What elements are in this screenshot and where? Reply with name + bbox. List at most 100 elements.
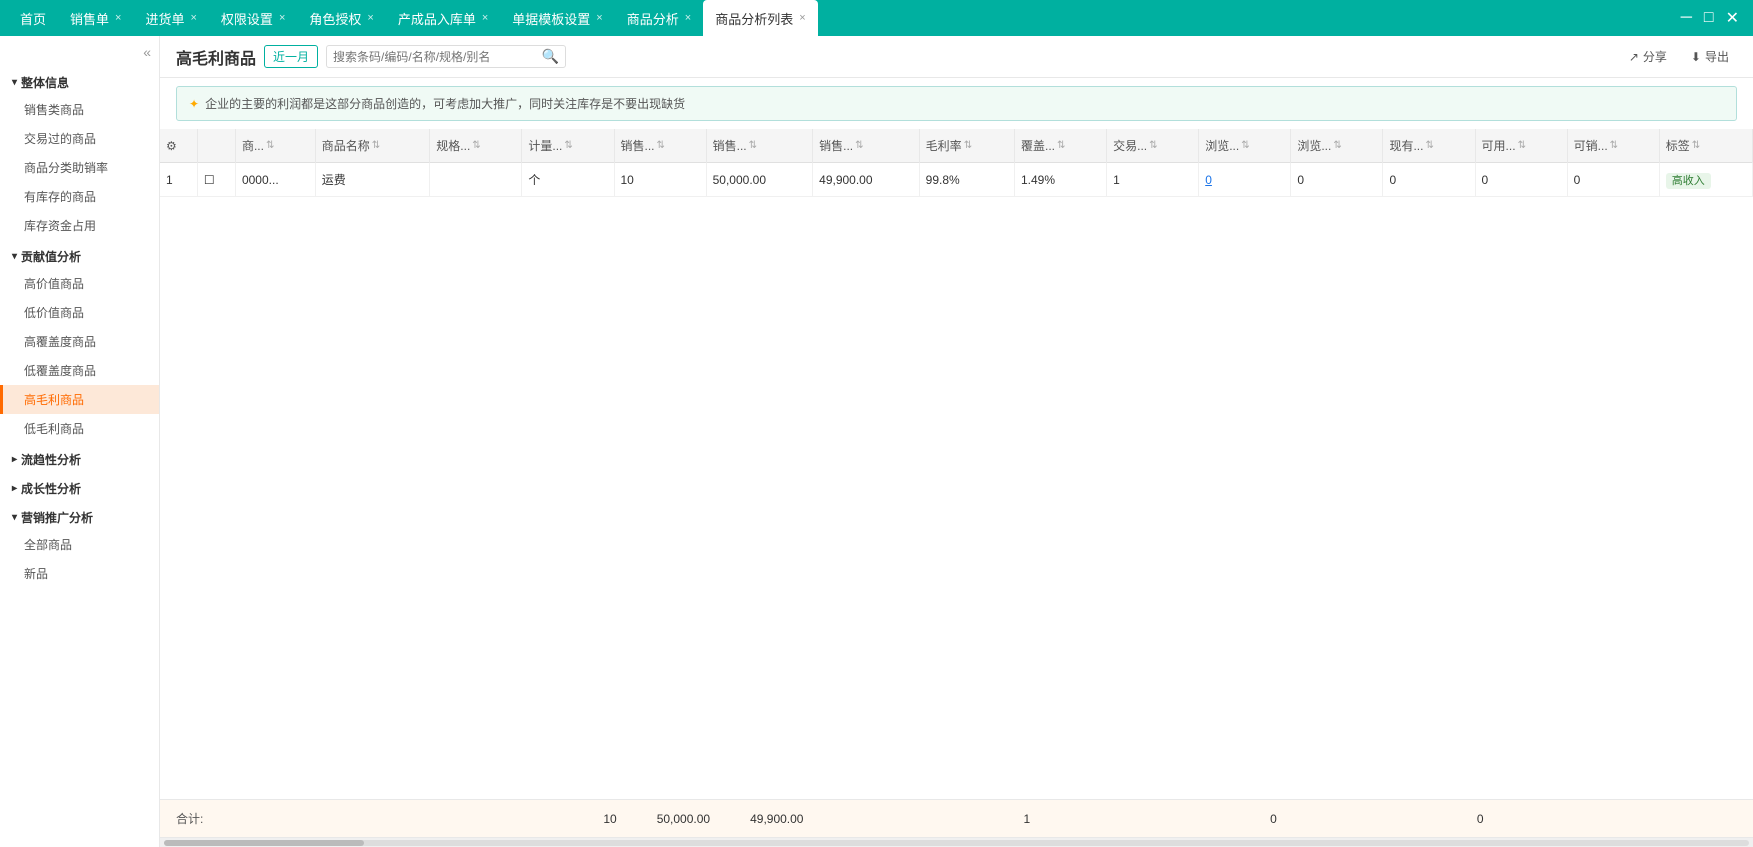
scrollbar-thumb[interactable]: [164, 840, 364, 846]
sidebar-item-高毛利商品[interactable]: 高毛利商品: [0, 385, 159, 414]
col-header-sales_amount[interactable]: 销售...⇅: [706, 129, 813, 163]
col-header-transactions[interactable]: 交易...⇅: [1107, 129, 1199, 163]
sort-icon-spec: ⇅: [472, 140, 480, 151]
sidebar-group-流趋性分析[interactable]: ▸流趋性分析: [0, 443, 159, 472]
window-minimize-btn[interactable]: ─: [1675, 9, 1698, 27]
sidebar-item-交易过的商品[interactable]: 交易过的商品: [0, 124, 159, 153]
col-header-sales_cost[interactable]: 销售...⇅: [813, 129, 920, 163]
row-browse1-link[interactable]: 0: [1205, 173, 1212, 187]
info-icon: ✦: [189, 97, 199, 111]
col-header-coverage[interactable]: 覆盖...⇅: [1015, 129, 1107, 163]
col-header-tag[interactable]: 标签⇅: [1659, 129, 1752, 163]
sort-icon-sales_amount: ⇅: [749, 140, 757, 151]
row-sellable: 0: [1567, 163, 1659, 197]
row-name: 运费: [315, 163, 430, 197]
col-header-code[interactable]: 商...⇅: [235, 129, 315, 163]
row-browse2: 0: [1291, 163, 1383, 197]
sidebar-item-库存资金占用[interactable]: 库存资金占用: [0, 211, 159, 240]
sidebar-item-高价值商品[interactable]: 高价值商品: [0, 269, 159, 298]
window-close-btn[interactable]: ✕: [1720, 8, 1745, 28]
nav-tab-单据模板设置[interactable]: 单据模板设置×: [500, 0, 614, 36]
tab-close-btn[interactable]: ×: [190, 12, 196, 24]
nav-tab-进货单[interactable]: 进货单×: [133, 0, 208, 36]
row-spec: [430, 163, 522, 197]
col-header-unit[interactable]: 计量...⇅: [522, 129, 614, 163]
col-header-gross_margin[interactable]: 毛利率⇅: [919, 129, 1014, 163]
totals-sellable: 0: [1477, 812, 1484, 826]
totals-transactions: 1: [1023, 812, 1030, 826]
col-header-current_stock[interactable]: 现有...⇅: [1383, 129, 1475, 163]
sidebar-item-新品[interactable]: 新品: [0, 559, 159, 588]
totals-sales-cost: 49,900.00: [750, 812, 803, 826]
row-transactions: 1: [1107, 163, 1199, 197]
page-title: 高毛利商品: [176, 45, 256, 69]
col-header-browse2[interactable]: 浏览...⇅: [1291, 129, 1383, 163]
tab-close-btn[interactable]: ×: [482, 12, 488, 24]
search-icon[interactable]: 🔍: [542, 48, 559, 65]
share-icon: ↗: [1629, 50, 1639, 64]
horizontal-scrollbar[interactable]: [160, 837, 1753, 847]
col-header-settings: ⚙: [160, 129, 197, 163]
sidebar-group-成长性分析[interactable]: ▸成长性分析: [0, 472, 159, 501]
tab-close-btn[interactable]: ×: [115, 12, 121, 24]
row-code: 0000...: [235, 163, 315, 197]
period-button[interactable]: 近一月: [264, 45, 318, 68]
tab-close-btn[interactable]: ×: [367, 12, 373, 24]
sidebar-item-有库存的商品[interactable]: 有库存的商品: [0, 182, 159, 211]
row-unit: 个: [522, 163, 614, 197]
sort-icon-code: ⇅: [266, 140, 274, 151]
share-button[interactable]: ↗ 分享: [1621, 44, 1675, 69]
content-area: 高毛利商品 近一月 🔍 ↗ 分享 ⬇ 导出 ✦ 企业的主要的利润都是这部分商品创…: [160, 36, 1753, 847]
sidebar-item-销售类商品[interactable]: 销售类商品: [0, 95, 159, 124]
sidebar-group-营销推广分析[interactable]: ▾营销推广分析: [0, 501, 159, 530]
col-header-spec[interactable]: 规格...⇅: [430, 129, 522, 163]
totals-label: 合计:: [176, 810, 203, 827]
tab-close-btn[interactable]: ×: [799, 12, 805, 24]
sidebar-item-低毛利商品[interactable]: 低毛利商品: [0, 414, 159, 443]
col-header-check: [197, 129, 235, 163]
row-sales-qty: 10: [614, 163, 706, 197]
col-header-name[interactable]: 商品名称⇅: [315, 129, 430, 163]
col-header-sellable[interactable]: 可销...⇅: [1567, 129, 1659, 163]
row-sales-amount: 50,000.00: [706, 163, 813, 197]
row-sales-cost: 49,900.00: [813, 163, 920, 197]
sidebar: « ▾整体信息销售类商品交易过的商品商品分类助销率有库存的商品库存资金占用▾贡献…: [0, 36, 160, 847]
row-available: 0: [1475, 163, 1567, 197]
export-button[interactable]: ⬇ 导出: [1683, 44, 1737, 69]
export-label: 导出: [1705, 48, 1729, 65]
window-maximize-btn[interactable]: □: [1698, 9, 1720, 27]
nav-tab-权限设置[interactable]: 权限设置×: [209, 0, 297, 36]
nav-tab-产成品入库单[interactable]: 产成品入库单×: [386, 0, 500, 36]
sidebar-item-高覆盖度商品[interactable]: 高覆盖度商品: [0, 327, 159, 356]
row-gross-margin: 99.8%: [919, 163, 1014, 197]
sort-icon-available: ⇅: [1518, 140, 1526, 151]
totals-browse2: 0: [1270, 812, 1277, 826]
nav-tab-首页[interactable]: 首页: [8, 0, 58, 36]
sidebar-group-整体信息[interactable]: ▾整体信息: [0, 66, 159, 95]
nav-tab-商品分析[interactable]: 商品分析×: [615, 0, 703, 36]
sidebar-item-低覆盖度商品[interactable]: 低覆盖度商品: [0, 356, 159, 385]
sort-icon-unit: ⇅: [564, 140, 572, 151]
col-header-sales_qty[interactable]: 销售...⇅: [614, 129, 706, 163]
sidebar-collapse-btn[interactable]: «: [143, 44, 151, 60]
sidebar-item-全部商品[interactable]: 全部商品: [0, 530, 159, 559]
sort-icon-name: ⇅: [372, 140, 380, 151]
sidebar-item-商品分类助销率[interactable]: 商品分类助销率: [0, 153, 159, 182]
tab-close-btn[interactable]: ×: [596, 12, 602, 24]
nav-tab-销售单[interactable]: 销售单×: [58, 0, 133, 36]
col-header-browse1[interactable]: 浏览...⇅: [1199, 129, 1291, 163]
row-num: 1: [160, 163, 197, 197]
search-input[interactable]: [333, 50, 538, 64]
col-header-available[interactable]: 可用...⇅: [1475, 129, 1567, 163]
row-checkbox[interactable]: ☐: [197, 163, 235, 197]
sidebar-group-贡献值分析[interactable]: ▾贡献值分析: [0, 240, 159, 269]
table-container[interactable]: ⚙商...⇅商品名称⇅规格...⇅计量...⇅销售...⇅销售...⇅销售...…: [160, 129, 1753, 799]
row-browse1[interactable]: 0: [1199, 163, 1291, 197]
sort-icon-current_stock: ⇅: [1425, 140, 1433, 151]
nav-tab-商品分析列表[interactable]: 商品分析列表×: [703, 0, 817, 36]
info-banner: ✦ 企业的主要的利润都是这部分商品创造的，可考虑加大推广，同时关注库存是不要出现…: [176, 86, 1737, 121]
tab-close-btn[interactable]: ×: [685, 12, 691, 24]
nav-tab-角色授权[interactable]: 角色授权×: [297, 0, 385, 36]
tab-close-btn[interactable]: ×: [279, 12, 285, 24]
sidebar-item-低价值商品[interactable]: 低价值商品: [0, 298, 159, 327]
